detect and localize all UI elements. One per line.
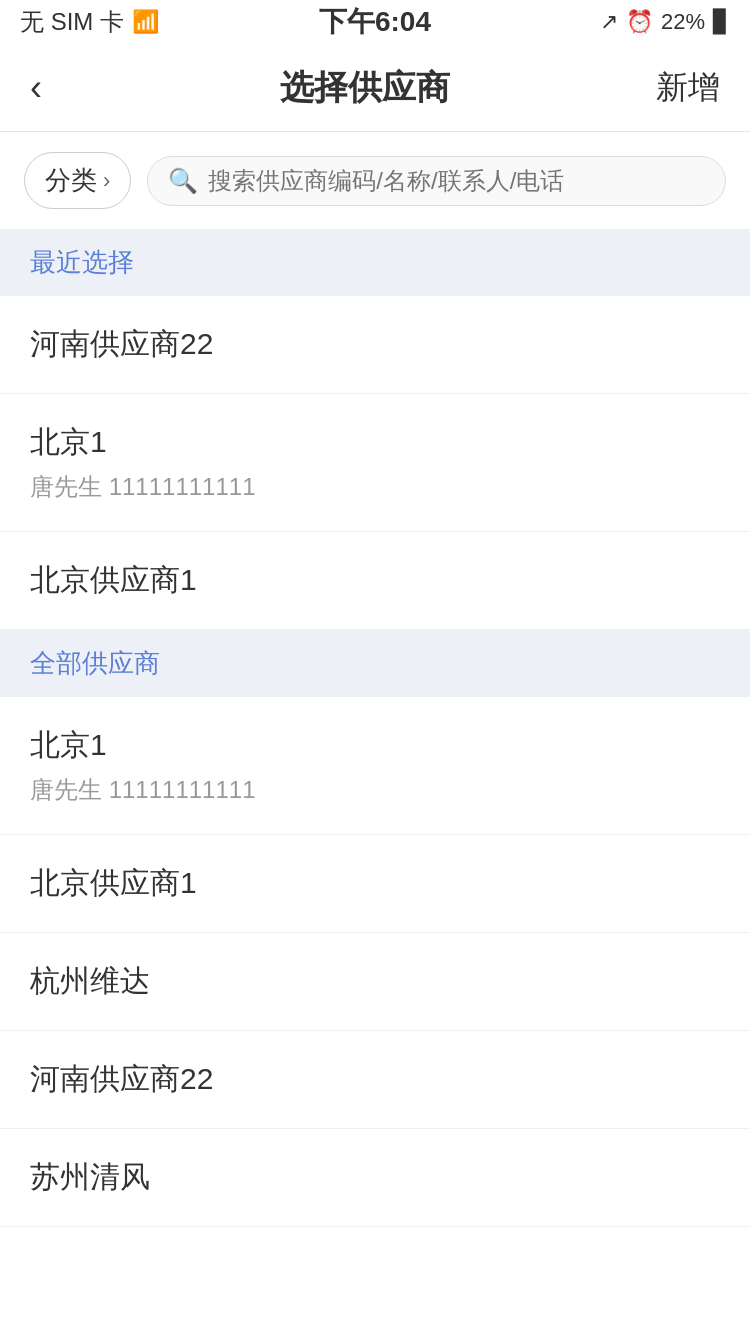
status-left: 无 SIM 卡 📶 [20,6,159,38]
battery-label: 22% [661,9,705,35]
list-item[interactable]: 北京供应商1 [0,835,750,933]
battery-icon: ▊ [713,9,730,35]
all-items-list: 北京1 唐先生 11111111111 北京供应商1 杭州维达河南供应商22 苏州清风 [0,697,750,1227]
item-name: 杭州维达 [30,961,720,1002]
recent-items-list: 河南供应商22 北京1 唐先生 11111111111 北京供应商1 [0,296,750,630]
back-button[interactable]: ‹ [30,67,90,109]
nav-bar: ‹ 选择供应商 新增 [0,44,750,132]
item-name: 北京供应商1 [30,863,720,904]
list-item[interactable]: 杭州维达 [0,933,750,1031]
category-label: 分类 [45,163,97,198]
item-name: 北京供应商1 [30,560,720,601]
page-title: 选择供应商 [280,65,450,111]
list-item[interactable]: 北京供应商1 [0,532,750,630]
item-name: 河南供应商22 [30,1059,720,1100]
filter-bar: 分类 › 🔍 [0,132,750,229]
add-button[interactable]: 新增 [640,66,720,110]
location-icon: ↗ [600,9,618,35]
alarm-icon: ⏰ [626,9,653,35]
item-name: 河南供应商22 [30,324,720,365]
recent-section-header: 最近选择 [0,229,750,296]
item-sub: 唐先生 11111111111 [30,471,720,503]
carrier-label: 无 SIM 卡 [20,6,124,38]
list-item[interactable]: 苏州清风 [0,1129,750,1227]
status-time: 下午6:04 [319,3,431,41]
status-right: ↗ ⏰ 22% ▊ [600,9,730,35]
chevron-icon: › [103,168,110,194]
search-input[interactable] [208,167,705,195]
list-item[interactable]: 北京1 唐先生 11111111111 [0,394,750,532]
all-section-header: 全部供应商 [0,630,750,697]
list-item[interactable]: 河南供应商22 [0,1031,750,1129]
list-item[interactable]: 北京1 唐先生 11111111111 [0,697,750,835]
status-bar: 无 SIM 卡 📶 下午6:04 ↗ ⏰ 22% ▊ [0,0,750,44]
item-name: 北京1 [30,422,720,463]
wifi-icon: 📶 [132,9,159,35]
item-sub: 唐先生 11111111111 [30,774,720,806]
list-item[interactable]: 河南供应商22 [0,296,750,394]
item-name: 北京1 [30,725,720,766]
category-button[interactable]: 分类 › [24,152,131,209]
item-name: 苏州清风 [30,1157,720,1198]
search-box[interactable]: 🔍 [147,156,726,206]
search-icon: 🔍 [168,167,198,195]
